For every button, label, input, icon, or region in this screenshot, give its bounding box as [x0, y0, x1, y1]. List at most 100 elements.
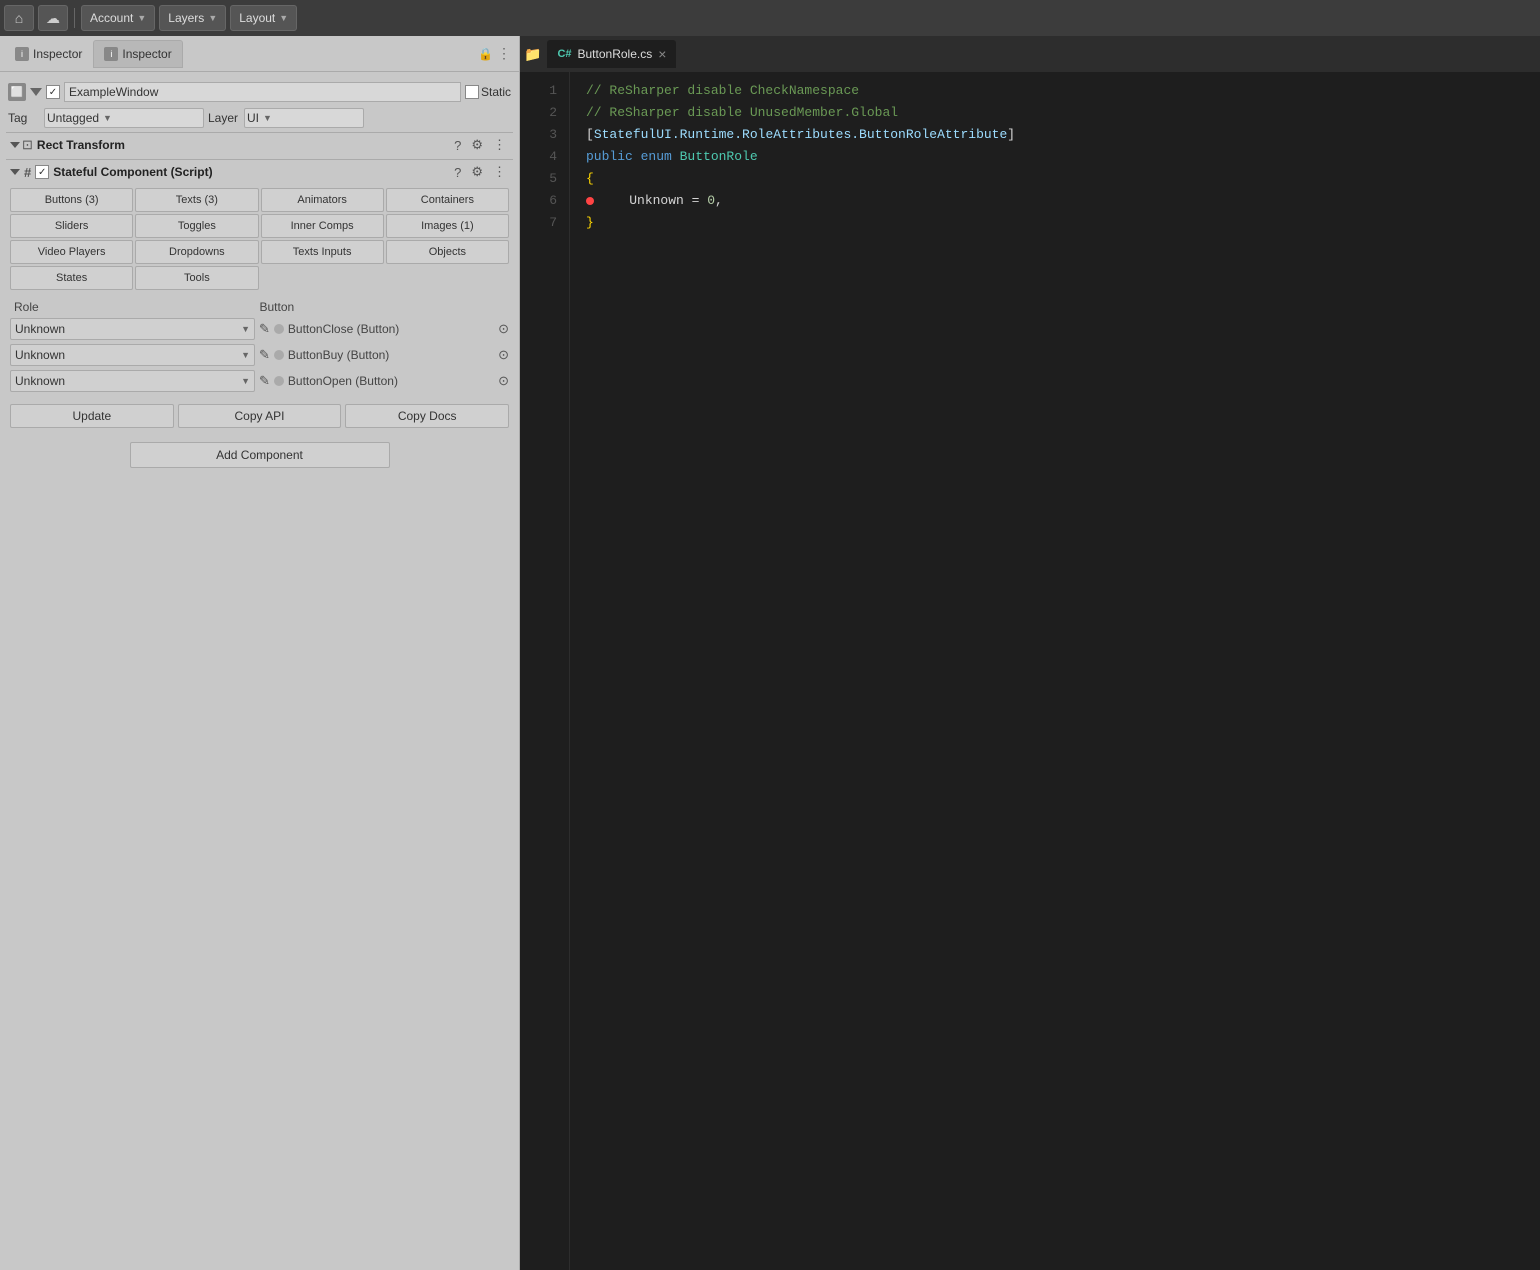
texts-btn[interactable]: Texts (3) [135, 188, 258, 212]
editor-tab-close[interactable]: × [658, 46, 666, 62]
rect-arrow [10, 142, 20, 148]
ln-2: 2 [520, 102, 569, 124]
animators-btn[interactable]: Animators [261, 188, 384, 212]
add-component-button[interactable]: Add Component [130, 442, 390, 468]
toggles-btn[interactable]: Toggles [135, 214, 258, 238]
tag-layer-row: Tag Untagged ▼ Layer UI ▼ [6, 106, 513, 130]
sliders-btn[interactable]: Sliders [10, 214, 133, 238]
code-line-5: { [586, 168, 1524, 190]
comp-arrow [10, 169, 20, 175]
inner-comps-btn[interactable]: Inner Comps [261, 214, 384, 238]
toolbar-home-btn[interactable]: ⌂ [4, 5, 34, 31]
ln-3: 3 [520, 124, 569, 146]
code-line-4: public enum ButtonRole [586, 146, 1524, 168]
inspector-tab-icon-1: i [15, 47, 29, 61]
edit-icon-1[interactable]: ✎ [259, 321, 270, 337]
role-arrow-1: ▼ [241, 324, 250, 334]
account-dropdown-arrow: ▼ [137, 13, 146, 23]
tools-btn[interactable]: Tools [135, 266, 258, 290]
states-btn[interactable]: States [10, 266, 133, 290]
tag-label: Tag [8, 111, 40, 125]
role-value-3: Unknown [15, 374, 65, 388]
ln-7: 7 [520, 212, 569, 234]
layer-dropdown[interactable]: UI ▼ [244, 108, 364, 128]
texts-inputs-btn[interactable]: Texts Inputs [261, 240, 384, 264]
ln-5: 5 [520, 168, 569, 190]
inspector-tab-1-label: Inspector [33, 47, 82, 61]
gameobject-expand-arrow[interactable] [30, 88, 42, 96]
button-ref-row-1: ✎ ButtonClose (Button) ⊙ [259, 321, 509, 337]
left-panel: i Inspector i Inspector 🔒 ⋮ ⬜ Static [0, 36, 520, 1270]
comp-help-icon[interactable]: ? [451, 165, 464, 180]
role-row-3: Unknown ▼ ✎ ButtonOpen (Button) ⊙ [10, 368, 509, 394]
dot-icon-3 [274, 376, 284, 386]
action-buttons-row: Update Copy API Copy Docs [6, 398, 513, 434]
right-panel: 📁 C# ButtonRole.cs × 1 2 3 4 5 6 7 // Re… [520, 36, 1540, 1270]
rect-settings-icon[interactable]: ⚙ [468, 137, 486, 153]
tab-more-icon[interactable]: ⋮ [493, 45, 515, 62]
inspector-tabs: i Inspector i Inspector 🔒 ⋮ [0, 36, 519, 72]
images-btn[interactable]: Images (1) [386, 214, 509, 238]
gameobject-name-input[interactable] [64, 82, 461, 102]
edit-icon-2[interactable]: ✎ [259, 347, 270, 363]
role-button-table: Role Button Unknown ▼ ✎ ButtonClose (But… [6, 294, 513, 398]
layout-dropdown[interactable]: Layout ▼ [230, 5, 297, 31]
objects-btn[interactable]: Objects [386, 240, 509, 264]
ln-4: 4 [520, 146, 569, 168]
button-ref-text-2: ButtonBuy (Button) [288, 348, 494, 362]
inspector-tab-2-label: Inspector [122, 47, 171, 61]
button-ref-text-3: ButtonOpen (Button) [288, 374, 494, 388]
role-row-1: Unknown ▼ ✎ ButtonClose (Button) ⊙ [10, 316, 509, 342]
code-line-2: // ReSharper disable UnusedMember.Global [586, 102, 1524, 124]
role-row-2: Unknown ▼ ✎ ButtonBuy (Button) ⊙ [10, 342, 509, 368]
target-icon-1[interactable]: ⊙ [498, 321, 509, 337]
tab-inspector-1[interactable]: i Inspector [4, 40, 93, 68]
layout-dropdown-arrow: ▼ [279, 13, 288, 23]
code-content[interactable]: // ReSharper disable CheckNamespace // R… [570, 72, 1540, 1270]
comp-more-icon[interactable]: ⋮ [490, 164, 509, 180]
cs-badge: C# [557, 48, 571, 60]
tab-inspector-2[interactable]: i Inspector [93, 40, 182, 68]
video-players-btn[interactable]: Video Players [10, 240, 133, 264]
role-arrow-2: ▼ [241, 350, 250, 360]
add-component-area: Add Component [6, 434, 513, 476]
edit-icon-3[interactable]: ✎ [259, 373, 270, 389]
role-dropdown-1[interactable]: Unknown ▼ [10, 318, 255, 340]
toolbar-cloud-btn[interactable]: ☁ [38, 5, 68, 31]
role-dropdown-2[interactable]: Unknown ▼ [10, 344, 255, 366]
stateful-component-header[interactable]: # Stateful Component (Script) ? ⚙ ⋮ [6, 160, 513, 184]
target-icon-3[interactable]: ⊙ [498, 373, 509, 389]
code-line-7: } [586, 212, 1524, 234]
code-line-3: [StatefulUI.Runtime.RoleAttributes.Butto… [586, 124, 1524, 146]
account-dropdown[interactable]: Account ▼ [81, 5, 155, 31]
line-numbers: 1 2 3 4 5 6 7 [520, 72, 570, 1270]
rect-transform-section: ⊡ Rect Transform ? ⚙ ⋮ [6, 132, 513, 157]
tag-dropdown[interactable]: Untagged ▼ [44, 108, 204, 128]
copy-api-button[interactable]: Copy API [178, 404, 342, 428]
target-icon-2[interactable]: ⊙ [498, 347, 509, 363]
editor-tabs: 📁 C# ButtonRole.cs × [520, 36, 1540, 72]
update-button[interactable]: Update [10, 404, 174, 428]
copy-docs-button[interactable]: Copy Docs [345, 404, 509, 428]
folder-icon: 📁 [524, 46, 541, 63]
dropdowns-btn[interactable]: Dropdowns [135, 240, 258, 264]
rect-more-icon[interactable]: ⋮ [490, 137, 509, 153]
component-type-grid: Buttons (3) Texts (3) Animators Containe… [6, 184, 513, 294]
role-dropdown-3[interactable]: Unknown ▼ [10, 370, 255, 392]
gameobject-active-checkbox[interactable] [46, 85, 60, 99]
rect-help-icon[interactable]: ? [451, 138, 464, 153]
ln-1: 1 [520, 80, 569, 102]
dot-icon-1 [274, 324, 284, 334]
layer-dropdown-arrow: ▼ [263, 113, 272, 123]
button-column-header: Button [260, 300, 506, 314]
comp-active-checkbox[interactable] [35, 165, 49, 179]
code-area: 1 2 3 4 5 6 7 // ReSharper disable Check… [520, 72, 1540, 1270]
tab-lock-icon: 🔒 [478, 47, 493, 61]
gameobject-static-checkbox[interactable] [465, 85, 479, 99]
containers-btn[interactable]: Containers [386, 188, 509, 212]
layers-dropdown[interactable]: Layers ▼ [159, 5, 226, 31]
editor-tab-buttonrole[interactable]: C# ButtonRole.cs × [547, 40, 676, 68]
comp-settings-icon[interactable]: ⚙ [468, 164, 486, 180]
rect-transform-header[interactable]: ⊡ Rect Transform ? ⚙ ⋮ [6, 133, 513, 157]
buttons-btn[interactable]: Buttons (3) [10, 188, 133, 212]
